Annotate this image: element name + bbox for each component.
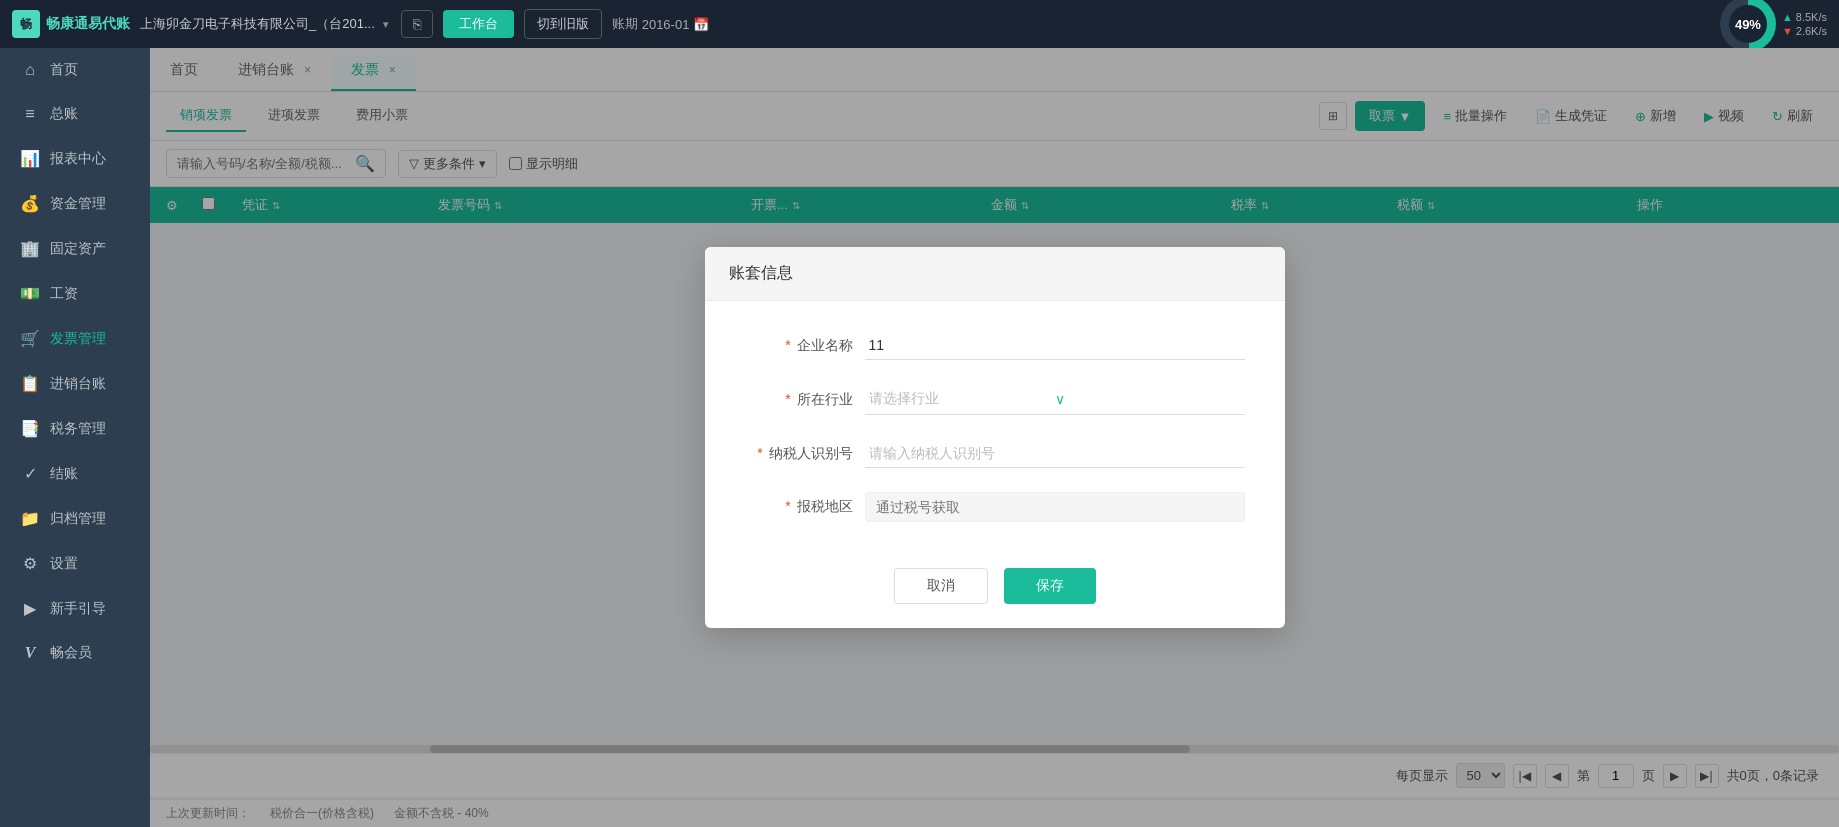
sidebar-label-settings: 设置 <box>50 555 78 573</box>
sidebar-label-home: 首页 <box>50 61 78 79</box>
sidebar-label-salary: 工资 <box>50 285 78 303</box>
sidebar-item-guide[interactable]: ▶ 新手引导 <box>0 586 150 631</box>
sidebar-label-funds: 资金管理 <box>50 195 106 213</box>
dialog-header: 账套信息 <box>705 247 1285 301</box>
company-selector[interactable]: 上海卯金刀电子科技有限公司_（台201... ▼ <box>140 15 391 33</box>
industry-chevron-icon: ∨ <box>1055 391 1241 407</box>
logo-icon: 畅 <box>12 10 40 38</box>
account-info-dialog: 账套信息 * 企业名称 * 所在行业 <box>705 247 1285 628</box>
period-display: 账期 2016-01 📅 <box>612 15 710 33</box>
sidebar-item-reports[interactable]: 📊 报表中心 <box>0 136 150 181</box>
form-row-industry: * 所在行业 请选择行业 ∨ <box>745 384 1245 415</box>
salary-icon: 💵 <box>20 284 40 303</box>
upload-speed: ▲ 8.5K/s <box>1782 11 1827 23</box>
guide-icon: ▶ <box>20 599 40 618</box>
sidebar-label-reports: 报表中心 <box>50 150 106 168</box>
required-star-3: * <box>757 445 762 461</box>
required-star-4: * <box>785 498 790 514</box>
copy-button[interactable]: ⎘ <box>401 10 433 38</box>
period-text: 账期 <box>612 15 638 33</box>
network-stats: ▲ 8.5K/s ▼ 2.6K/s <box>1782 11 1827 37</box>
cancel-button[interactable]: 取消 <box>894 568 988 604</box>
save-button[interactable]: 保存 <box>1004 568 1096 604</box>
app-logo: 畅 畅康通易代账 <box>12 10 130 38</box>
required-star-2: * <box>785 391 790 407</box>
industry-placeholder: 请选择行业 <box>869 390 1055 408</box>
settlement-icon: ✓ <box>20 464 40 483</box>
tax-icon: 📑 <box>20 419 40 438</box>
period-value: 2016-01 <box>642 17 690 32</box>
form-row-company: * 企业名称 <box>745 331 1245 360</box>
form-row-tax-id: * 纳税人识别号 <box>745 439 1245 468</box>
calendar-icon[interactable]: 📅 <box>693 17 709 32</box>
reports-icon: 📊 <box>20 149 40 168</box>
company-name: 上海卯金刀电子科技有限公司_（台201... <box>140 15 375 33</box>
dialog-body: * 企业名称 * 所在行业 请选择行业 ∨ <box>705 301 1285 552</box>
sidebar-label-assets: 固定资产 <box>50 240 106 258</box>
sidebar-item-funds[interactable]: 💰 资金管理 <box>0 181 150 226</box>
home-icon: ⌂ <box>20 61 40 79</box>
sidebar-item-salary[interactable]: 💵 工资 <box>0 271 150 316</box>
sidebar-label-tax: 税务管理 <box>50 420 106 438</box>
old-version-button[interactable]: 切到旧版 <box>524 9 602 39</box>
modal-overlay: 账套信息 * 企业名称 * 所在行业 <box>150 48 1839 827</box>
topbar: 畅 畅康通易代账 上海卯金刀电子科技有限公司_（台201... ▼ ⎘ 工作台 … <box>0 0 1839 48</box>
sidebar-item-home[interactable]: ⌂ 首页 <box>0 48 150 92</box>
sidebar-label-archive: 归档管理 <box>50 510 106 528</box>
company-name-input[interactable] <box>865 331 1245 360</box>
cpu-indicator: 49% <box>1720 0 1776 52</box>
sidebar-item-assets[interactable]: 🏢 固定资产 <box>0 226 150 271</box>
upload-arrow-icon: ▲ <box>1782 11 1793 23</box>
sidebar-item-archive[interactable]: 📁 归档管理 <box>0 496 150 541</box>
sidebar-item-tax[interactable]: 📑 税务管理 <box>0 406 150 451</box>
member-icon: V <box>20 644 40 662</box>
sidebar-item-member[interactable]: V 畅会员 <box>0 631 150 675</box>
sidebar-item-purchase[interactable]: 📋 进销台账 <box>0 361 150 406</box>
sidebar-label-purchase: 进销台账 <box>50 375 106 393</box>
tax-id-label: * 纳税人识别号 <box>745 445 865 463</box>
sidebar-label-member: 畅会员 <box>50 644 92 662</box>
sidebar-item-settings[interactable]: ⚙ 设置 <box>0 541 150 586</box>
ledger-icon: ≡ <box>20 105 40 123</box>
dialog-footer: 取消 保存 <box>705 552 1285 628</box>
archive-icon: 📁 <box>20 509 40 528</box>
cpu-percent: 49% <box>1729 5 1767 43</box>
download-speed: ▼ 2.6K/s <box>1782 25 1827 37</box>
industry-label: * 所在行业 <box>745 391 865 409</box>
tax-region-label: * 报税地区 <box>745 498 865 516</box>
funds-icon: 💰 <box>20 194 40 213</box>
purchase-icon: 📋 <box>20 374 40 393</box>
sidebar-label-invoices: 发票管理 <box>50 330 106 348</box>
industry-select[interactable]: 请选择行业 ∨ <box>865 384 1245 415</box>
company-name-label: * 企业名称 <box>745 337 865 355</box>
dialog-title: 账套信息 <box>729 264 793 281</box>
tax-id-input[interactable] <box>865 439 1245 468</box>
sidebar-label-guide: 新手引导 <box>50 600 106 618</box>
tax-region-input <box>865 492 1245 522</box>
sidebar-label-ledger: 总账 <box>50 105 78 123</box>
main-content: 首页 进销台账 × 发票 × 销项发票 进项发票 费用小票 ⊞ 取票 ▼ <box>150 48 1839 827</box>
workbench-button[interactable]: 工作台 <box>443 10 514 38</box>
invoices-icon: 🛒 <box>20 329 40 348</box>
settings-icon: ⚙ <box>20 554 40 573</box>
app-name: 畅康通易代账 <box>46 15 130 33</box>
company-chevron-icon: ▼ <box>381 19 391 30</box>
sidebar-item-invoices[interactable]: 🛒 发票管理 <box>0 316 150 361</box>
required-star: * <box>785 337 790 353</box>
sidebar-item-settlement[interactable]: ✓ 结账 <box>0 451 150 496</box>
form-row-tax-region: * 报税地区 <box>745 492 1245 522</box>
download-arrow-icon: ▼ <box>1782 25 1793 37</box>
sidebar: ⌂ 首页 ≡ 总账 📊 报表中心 💰 资金管理 🏢 固定资产 💵 工资 🛒 发票… <box>0 48 150 827</box>
topbar-right: 49% ▲ 8.5K/s ▼ 2.6K/s <box>1720 0 1827 52</box>
sidebar-label-settlement: 结账 <box>50 465 78 483</box>
sidebar-item-ledger[interactable]: ≡ 总账 <box>0 92 150 136</box>
assets-icon: 🏢 <box>20 239 40 258</box>
